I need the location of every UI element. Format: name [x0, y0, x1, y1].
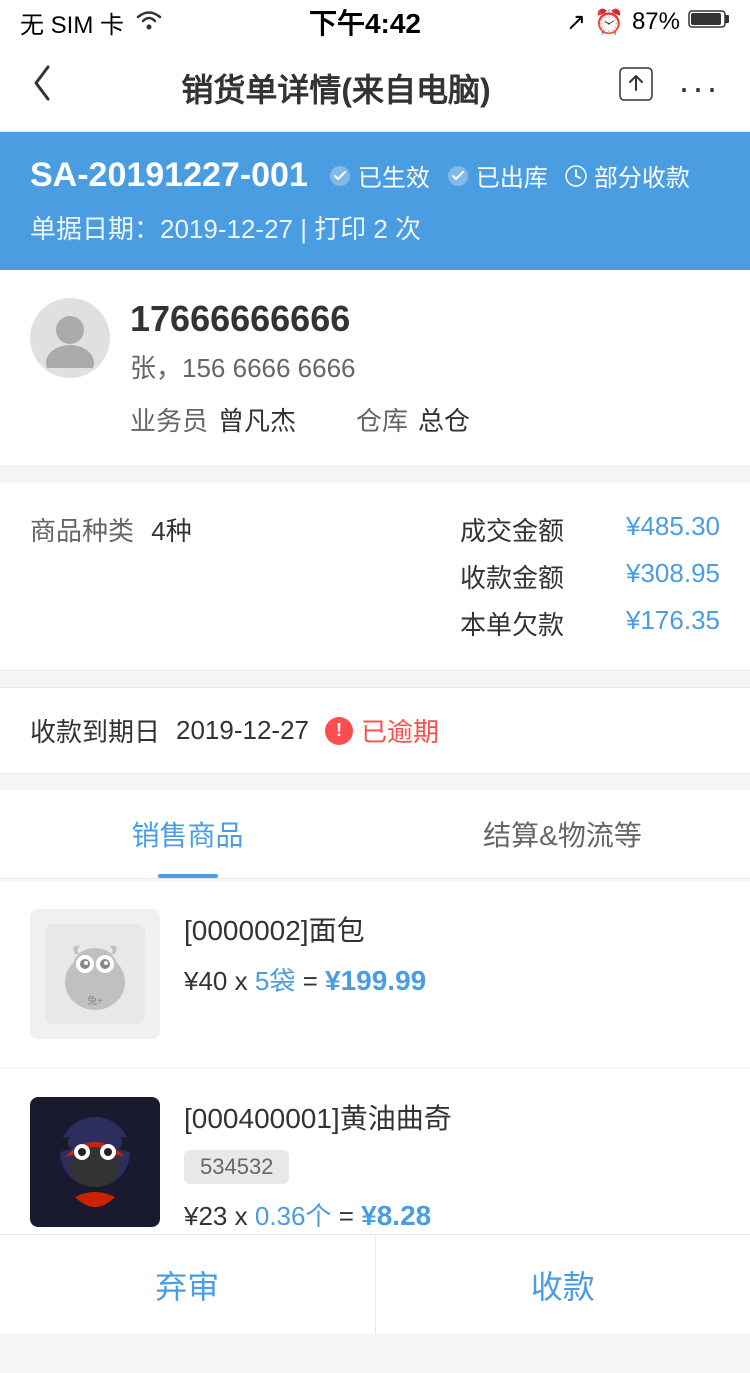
product-total-1: ¥199.99 — [325, 965, 426, 996]
status-badges: 已生效 已出库 部分收款 — [328, 158, 690, 193]
tab-underline — [158, 874, 218, 878]
received-label: 收款金额 — [460, 558, 564, 595]
customer-name-phone: 张，156 6666 6666 — [130, 348, 720, 385]
summary-section: 商品种类 4种 成交金额 ¥485.30 收款金额 ¥308.95 本单欠款 ¥… — [0, 483, 750, 671]
tabs-section: 销售商品 结算&物流等 — [0, 790, 750, 879]
due-date-section: 收款到期日 2019-12-27 ! 已逾期 — [0, 687, 750, 774]
status-time: 下午4:42 — [309, 2, 421, 42]
collect-payment-label: 收款 — [531, 1262, 595, 1308]
tab-settlement[interactable]: 结算&物流等 — [375, 790, 750, 878]
status-badge-shipped: 已出库 — [446, 158, 548, 193]
owed-row: 本单欠款 ¥176.35 — [460, 605, 720, 642]
more-icon[interactable]: ··· — [678, 67, 720, 109]
sim-status: 无 SIM 卡 — [20, 5, 124, 40]
product-types-value: 4种 — [151, 516, 191, 546]
due-date-value: 2019-12-27 — [176, 715, 309, 746]
location-icon: ↗ — [566, 8, 586, 37]
order-id: SA-20191227-001 — [30, 156, 308, 195]
nav-actions: ··· — [618, 66, 720, 110]
product-types: 商品种类 4种 — [30, 511, 192, 548]
tab-sales-goods[interactable]: 销售商品 — [0, 790, 375, 878]
cancel-audit-label: 弃审 — [155, 1262, 219, 1308]
order-date: 单据日期：2019-12-27 | 打印 2 次 — [30, 209, 720, 246]
svg-text:兔+: 兔+ — [87, 994, 103, 1007]
customer-id: 17666666666 — [130, 298, 720, 340]
alarm-icon: ⏰ — [594, 8, 624, 37]
customer-meta: 业务员 曾凡杰 仓库 总仓 — [130, 401, 720, 438]
customer-section: 17666666666 张，156 6666 6666 业务员 曾凡杰 仓库 总… — [0, 270, 750, 467]
wifi-icon — [134, 8, 164, 37]
product-qty-1: 5袋 — [255, 966, 295, 996]
salesperson-value: 曾凡杰 — [218, 401, 296, 438]
product-thumb-1: 兔+ — [30, 909, 160, 1039]
tab-sales-goods-label: 销售商品 — [131, 814, 243, 854]
product-name-1: [0000002]面包 — [184, 909, 720, 949]
avatar — [30, 298, 110, 378]
tabs: 销售商品 结算&物流等 — [0, 790, 750, 878]
cancel-audit-button[interactable]: 弃审 — [0, 1235, 376, 1334]
status-badge-partial: 部分收款 — [564, 158, 690, 193]
product-price-2: ¥23 x 0.36个 = ¥8.28 — [184, 1196, 720, 1233]
page-title: 销货单详情(来自电脑) — [181, 65, 490, 111]
product-types-label: 商品种类 — [30, 516, 134, 546]
product-name-2: [000400001]黄油曲奇 — [184, 1097, 720, 1137]
share-icon[interactable] — [618, 66, 654, 110]
status-right: ↗ ⏰ 87% — [566, 8, 730, 37]
order-header: SA-20191227-001 已生效 已出库 部分收款 单据日期：2019-1… — [0, 132, 750, 270]
tab-settlement-label: 结算&物流等 — [483, 814, 642, 854]
warehouse-value: 总仓 — [418, 401, 470, 438]
nav-bar: 销货单详情(来自电脑) ··· — [0, 44, 750, 132]
trade-amount-value: ¥485.30 — [626, 511, 720, 548]
due-date-label: 收款到期日 — [30, 712, 160, 749]
product-price-1: ¥40 x 5袋 = ¥199.99 — [184, 961, 720, 998]
collect-payment-button[interactable]: 收款 — [376, 1235, 750, 1334]
received-value: ¥308.95 — [626, 558, 720, 595]
product-qty-2: 0.36个 — [255, 1201, 332, 1231]
overdue-text: 已逾期 — [361, 712, 439, 749]
product-item-2: [000400001]黄油曲奇 534532 ¥23 x 0.36个 = ¥8.… — [0, 1069, 750, 1261]
product-total-2: ¥8.28 — [361, 1200, 431, 1231]
status-badge-effective: 已生效 — [328, 158, 430, 193]
owed-value: ¥176.35 — [626, 605, 720, 642]
products-section: 兔+ [0000002]面包 ¥40 x 5袋 = ¥199.99 — [0, 881, 750, 1261]
product-item: 兔+ [0000002]面包 ¥40 x 5袋 = ¥199.99 — [0, 881, 750, 1067]
product-thumb-2 — [30, 1097, 160, 1227]
product-sku-2: 534532 — [184, 1150, 289, 1184]
trade-amount-label: 成交金额 — [460, 511, 564, 548]
warehouse-label: 仓库 — [356, 401, 408, 438]
battery-icon — [688, 8, 730, 37]
overdue-icon: ! — [325, 717, 353, 745]
battery-text: 87% — [632, 8, 680, 36]
trade-amount-row: 成交金额 ¥485.30 — [460, 511, 720, 548]
back-button[interactable] — [30, 63, 54, 112]
status-left: 无 SIM 卡 — [20, 5, 164, 40]
product-info-2: [000400001]黄油曲奇 534532 ¥23 x 0.36个 = ¥8.… — [184, 1097, 720, 1233]
salesperson-label: 业务员 — [130, 401, 208, 438]
product-info-1: [0000002]面包 ¥40 x 5袋 = ¥199.99 — [184, 909, 720, 998]
summary-right: 成交金额 ¥485.30 收款金额 ¥308.95 本单欠款 ¥176.35 — [460, 511, 720, 642]
bottom-bar: 弃审 收款 — [0, 1234, 750, 1334]
received-row: 收款金额 ¥308.95 — [460, 558, 720, 595]
owed-label: 本单欠款 — [460, 605, 564, 642]
customer-info: 17666666666 张，156 6666 6666 业务员 曾凡杰 仓库 总… — [130, 298, 720, 438]
status-bar: 无 SIM 卡 下午4:42 ↗ ⏰ 87% — [0, 0, 750, 44]
